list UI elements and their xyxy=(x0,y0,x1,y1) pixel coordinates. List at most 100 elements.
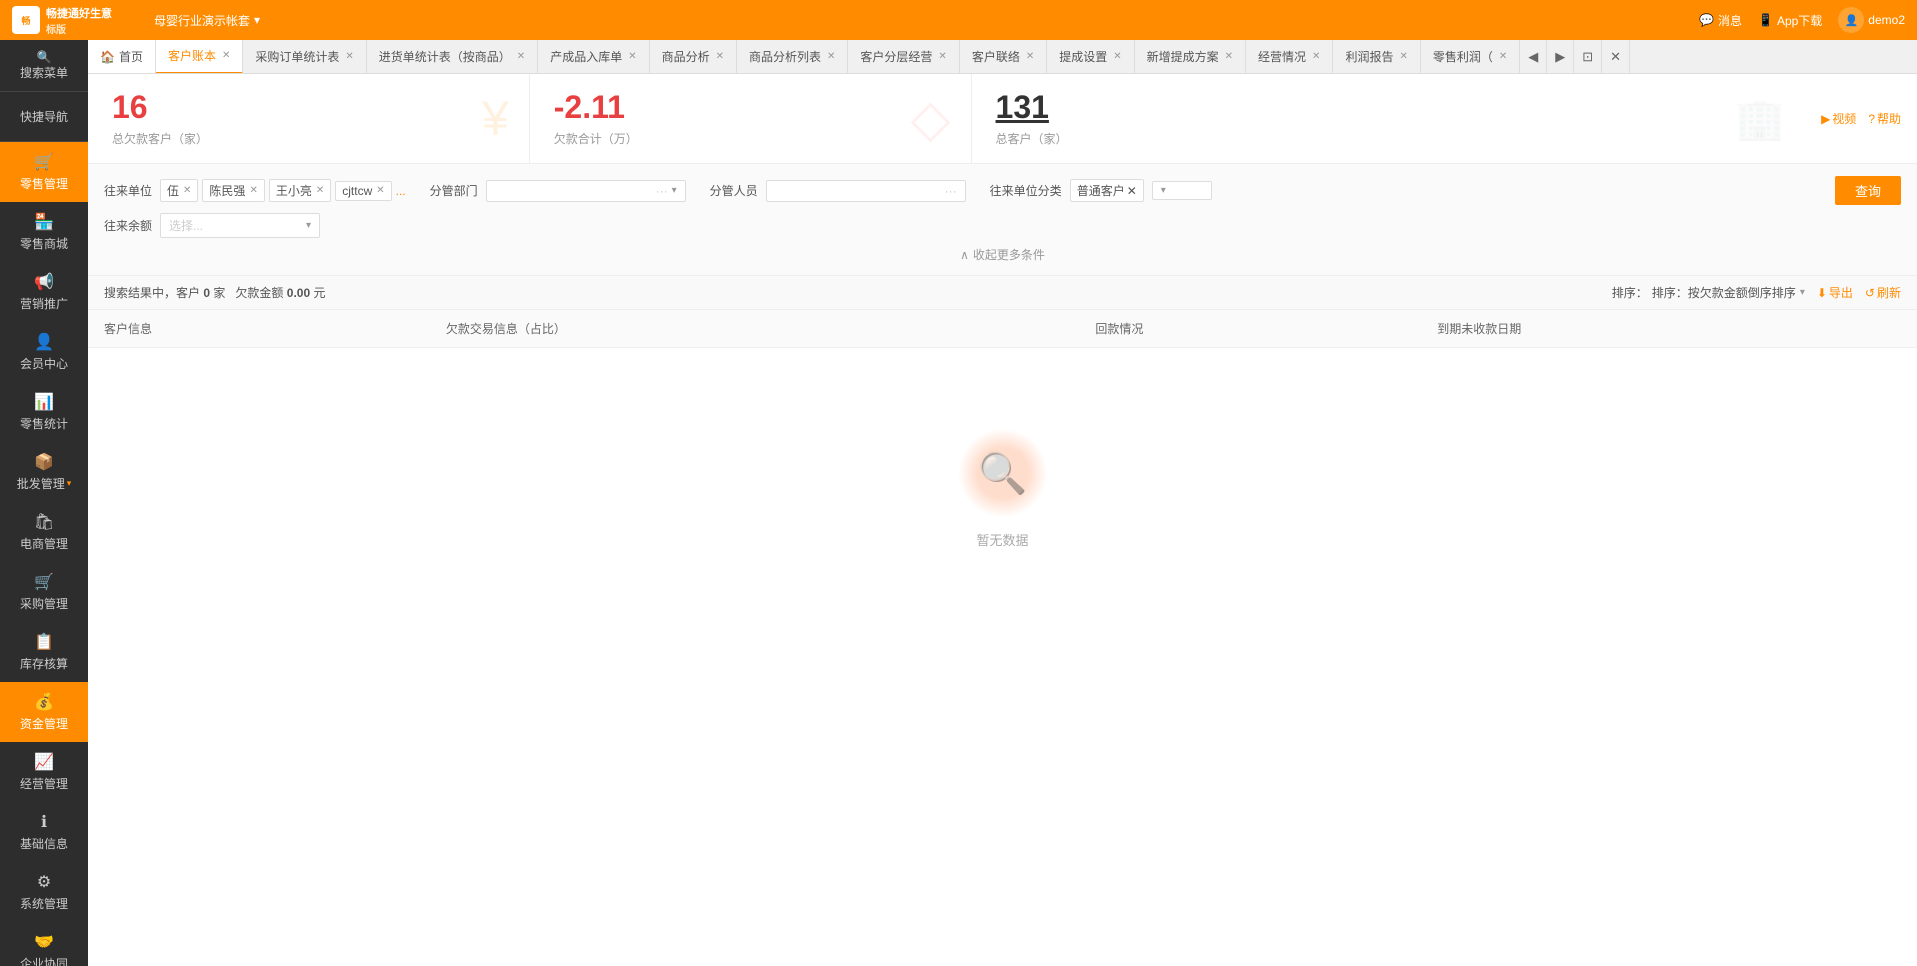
sidebar-item-retail-stat[interactable]: 📊 零售统计 xyxy=(0,382,88,442)
person-select[interactable]: ··· xyxy=(766,180,966,202)
stat-bg-icon-1: ¥ xyxy=(482,91,509,146)
tab-raise-setting[interactable]: 提成设置 ✕ xyxy=(1047,40,1134,74)
sidebar-item-retail-mall[interactable]: 🏪 零售商城 xyxy=(0,202,88,262)
tab-close-all-btn[interactable]: ✕ xyxy=(1602,40,1630,74)
tab-close-purchase-stat[interactable]: ✕ xyxy=(345,51,353,62)
tab-close-operation[interactable]: ✕ xyxy=(1312,51,1320,62)
tab-prev-btn[interactable]: ◀ xyxy=(1520,40,1547,74)
sidebar-search[interactable]: 🔍 搜索菜单 xyxy=(0,40,88,92)
tab-retail-profit-label: 零售利润（ xyxy=(1433,48,1493,65)
user-menu[interactable]: 👤 demo2 xyxy=(1838,7,1905,33)
tab-close-accounts[interactable]: ✕ xyxy=(222,50,230,61)
app-logo: 畅 畅捷通好生意 标版 xyxy=(12,5,142,36)
empty-text: 暂无数据 xyxy=(976,530,1028,549)
dept-more: ··· xyxy=(656,184,668,198)
app-download-label: App下载 xyxy=(1777,12,1822,29)
tab-close-cost-inbound[interactable]: ✕ xyxy=(628,51,636,62)
export-btn[interactable]: ⬇ 导出 xyxy=(1817,284,1853,301)
quick-nav[interactable]: 快捷导航 xyxy=(0,92,88,142)
tab-cost-inbound[interactable]: 产成品入库单 ✕ xyxy=(538,40,649,74)
sidebar-item-enterprise[interactable]: 🤝 企业协同 xyxy=(0,922,88,966)
tab-new-raise[interactable]: 新增提成方案 ✕ xyxy=(1135,40,1246,74)
stats-bar: ¥ 16 总欠款客户（家） ◇ -2.11 欠款合计（万） 🏢 131 总客户（… xyxy=(88,74,1917,164)
remove-tag-chen[interactable]: ✕ xyxy=(249,185,257,196)
sidebar-item-basic[interactable]: ℹ 基础信息 xyxy=(0,802,88,862)
tab-close-raise-setting[interactable]: ✕ xyxy=(1113,51,1121,62)
app-version: 标版 xyxy=(46,21,112,36)
message-button[interactable]: 💬 消息 xyxy=(1699,12,1742,29)
tab-expand-btn[interactable]: ⊡ xyxy=(1574,40,1602,74)
sort-value: 排序：按欠款金额倒序排序 xyxy=(1652,284,1796,301)
main-content: 🔍 搜索菜单 快捷导航 🛒 零售管理 🏪 零售商城 📢 xyxy=(0,40,1917,966)
tab-close-customer-segment[interactable]: ✕ xyxy=(938,51,946,62)
tab-operation[interactable]: 经营情况 ✕ xyxy=(1246,40,1333,74)
remove-category-normal[interactable]: ✕ xyxy=(1127,184,1137,198)
remove-tag-wang[interactable]: ✕ xyxy=(316,185,324,196)
search-result-actions: 排序： 排序：按欠款金额倒序排序 ▾ ⬇ 导出 ↺ 刷新 xyxy=(1612,284,1901,301)
dept-select[interactable]: ··· ▾ xyxy=(486,180,686,202)
tab-customer-segment[interactable]: 客户分层经营 ✕ xyxy=(848,40,959,74)
stat-debt-amount: ◇ -2.11 欠款合计（万） xyxy=(530,74,972,163)
tab-close-retail-profit[interactable]: ✕ xyxy=(1499,51,1507,62)
tab-next-btn[interactable]: ▶ xyxy=(1547,40,1574,74)
category-select[interactable]: ▾ xyxy=(1152,181,1212,200)
account-selector[interactable]: 母婴行业演示帐套 ▾ xyxy=(154,12,260,29)
sort-select[interactable]: 排序： 排序：按欠款金额倒序排序 ▾ xyxy=(1612,284,1805,301)
collapse-up-icon: ∧ xyxy=(960,248,969,262)
sidebar-item-marketing[interactable]: 📢 营销推广 xyxy=(0,262,88,322)
tab-goods-analysis[interactable]: 商品分析 ✕ xyxy=(650,40,737,74)
remove-tag-wu[interactable]: ✕ xyxy=(183,185,191,196)
retail-mall-icon: 🏪 xyxy=(34,212,54,232)
content-area: 🏠 首页 客户账本 ✕ 采购订单统计表 ✕ 进货单统计表（按商品） ✕ 产成品入… xyxy=(88,40,1917,966)
help-btn[interactable]: ? 帮助 xyxy=(1868,110,1901,127)
app-download-button[interactable]: 📱 App下载 xyxy=(1758,12,1822,29)
tab-profit-report[interactable]: 利润报告 ✕ xyxy=(1333,40,1420,74)
filter-more-btn[interactable]: ... xyxy=(396,184,406,198)
video-btn[interactable]: ▶ 视频 xyxy=(1821,110,1856,127)
tab-close-goods-analysis-list[interactable]: ✕ xyxy=(827,51,835,62)
tab-close-inbound-stat[interactable]: ✕ xyxy=(517,51,525,62)
sidebar-item-inventory[interactable]: 📋 库存核算 xyxy=(0,622,88,682)
tab-accounts[interactable]: 客户账本 ✕ xyxy=(156,40,243,74)
inventory-icon: 📋 xyxy=(34,632,54,652)
tab-home[interactable]: 🏠 首页 xyxy=(88,40,156,74)
tab-close-goods-analysis[interactable]: ✕ xyxy=(716,51,724,62)
tab-profit-report-label: 利润报告 xyxy=(1345,48,1393,65)
empty-search-icon: 🔍 xyxy=(978,450,1028,497)
sidebar-item-finance[interactable]: 💰 资金管理 xyxy=(0,682,88,742)
sidebar-item-retail[interactable]: 🛒 零售管理 xyxy=(0,142,88,202)
sidebar-item-purchase[interactable]: 🛒 采购管理 xyxy=(0,562,88,622)
quick-nav-item[interactable]: 快捷导航 xyxy=(0,100,88,133)
sidebar: 🔍 搜索菜单 快捷导航 🛒 零售管理 🏪 零售商城 📢 xyxy=(0,40,88,966)
unit-tag-cjttcw: cjttcw ✕ xyxy=(335,181,391,201)
query-button[interactable]: 查询 xyxy=(1835,176,1901,205)
tab-retail-profit[interactable]: 零售利润（ ✕ xyxy=(1421,40,1520,74)
sort-chevron: ▾ xyxy=(1800,287,1805,298)
tab-close-profit-report[interactable]: ✕ xyxy=(1399,51,1407,62)
marketing-icon: 📢 xyxy=(34,272,54,292)
sidebar-item-member[interactable]: 👤 会员中心 xyxy=(0,322,88,382)
tab-goods-analysis-list[interactable]: 商品分析列表 ✕ xyxy=(737,40,848,74)
sidebar-item-wholesale[interactable]: 📦 批发管理 ▾ xyxy=(0,442,88,502)
search-result-bar: 搜索结果中，客户 0 家 欠款金额 0.00 元 排序： 排序：按欠款金额倒 xyxy=(88,276,1917,310)
sidebar-item-label: 会员中心 xyxy=(20,355,68,372)
logo-icon: 畅 xyxy=(12,6,40,34)
remove-tag-cjttcw[interactable]: ✕ xyxy=(376,185,384,196)
sidebar-item-system[interactable]: ⚙ 系统管理 xyxy=(0,862,88,922)
filter-area: 往来单位 伍 ✕ 陈民强 ✕ 王小亮 xyxy=(88,164,1917,276)
tab-customer-contact[interactable]: 客户联络 ✕ xyxy=(960,40,1047,74)
sidebar-item-operation[interactable]: 📈 经营管理 xyxy=(0,742,88,802)
unit-tag-wang: 王小亮 ✕ xyxy=(269,179,331,202)
tab-inbound-stat[interactable]: 进货单统计表（按商品） ✕ xyxy=(367,40,538,74)
tab-close-customer-contact[interactable]: ✕ xyxy=(1026,51,1034,62)
balance-select[interactable]: 选择... ▾ xyxy=(160,213,320,238)
chevron-down-icon: ▾ xyxy=(254,13,260,27)
refresh-btn[interactable]: ↺ 刷新 xyxy=(1865,284,1901,301)
account-name: 母婴行业演示帐套 xyxy=(154,12,250,29)
stat-debt-amount-label: 欠款合计（万） xyxy=(554,130,638,147)
tab-purchase-stat[interactable]: 采购订单统计表 ✕ xyxy=(243,40,366,74)
tab-close-new-raise[interactable]: ✕ xyxy=(1225,51,1233,62)
collapse-filter-btn[interactable]: ∧ 收起更多条件 xyxy=(104,246,1901,263)
sidebar-item-ecommerce[interactable]: 🛍 电商管理 xyxy=(0,502,88,562)
sidebar-item-label: 采购管理 xyxy=(20,595,68,612)
